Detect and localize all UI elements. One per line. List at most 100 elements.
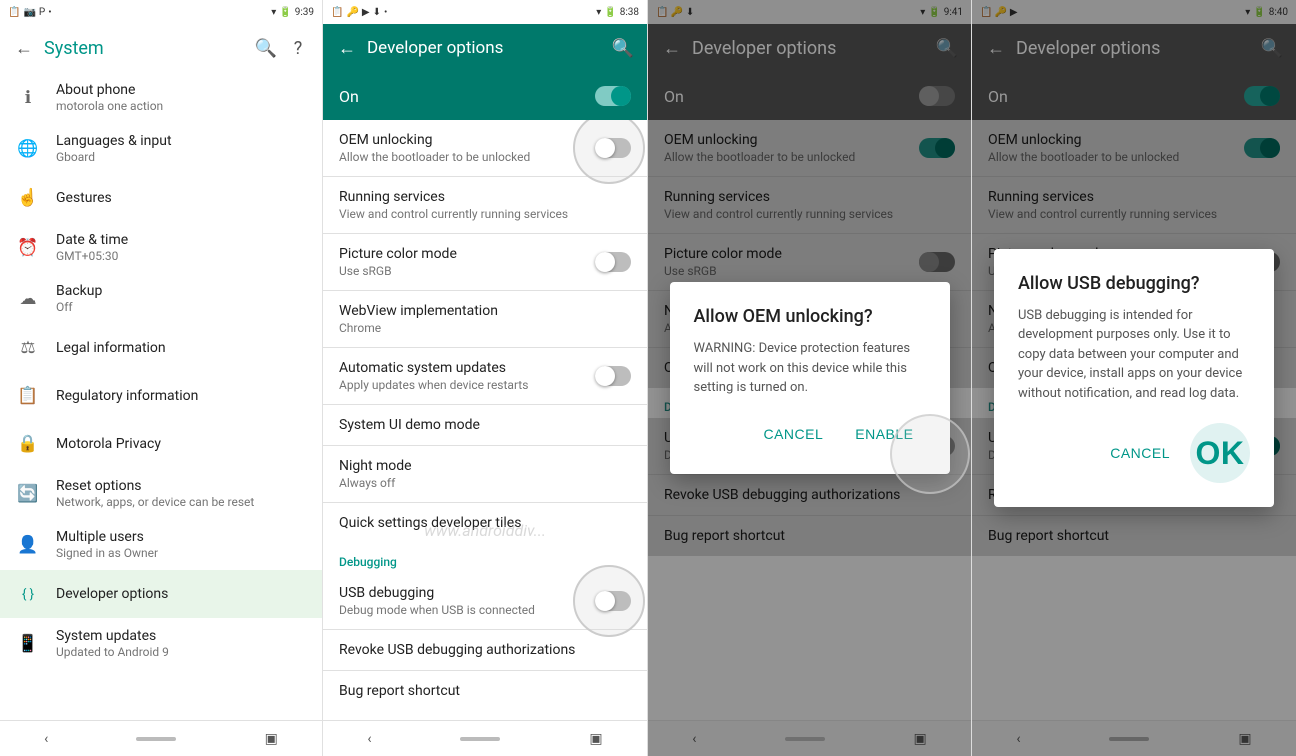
notification-icon: 📋 <box>8 7 20 18</box>
panel-system-settings: 📋 📷 P • ▾ 🔋 9:39 ← System 🔍 ? ℹ About ph… <box>0 0 323 756</box>
oem-sub-2: Allow the bootloader to be unlocked <box>339 150 530 164</box>
oem-toggle-2[interactable] <box>595 138 631 158</box>
revoke-row-2[interactable]: Revoke USB debugging authorizations <box>323 630 647 670</box>
sidebar-item-regulatory[interactable]: 📋 Regulatory information <box>0 372 322 420</box>
usb-toggle-2[interactable] <box>595 591 631 611</box>
oem-title-2: OEM unlocking <box>339 132 530 148</box>
usb-cancel-button[interactable]: Cancel <box>1098 423 1182 483</box>
sidebar-item-developer[interactable]: { } Developer options <box>0 570 322 618</box>
sidebar-item-about[interactable]: ℹ About phone motorola one action <box>0 72 322 123</box>
usb-debugging-row-2[interactable]: USB debugging Debug mode when USB is con… <box>323 573 647 629</box>
dev-title-2: Developer options <box>367 38 603 58</box>
status-bar-2: 📋 🔑 ▶ ⬇ • ▾ 🔋 8:38 <box>323 0 647 24</box>
developer-app-bar: ← Developer options 🔍 <box>323 24 647 72</box>
search-icon-2[interactable]: 🔍 <box>611 36 635 60</box>
back-icon-2[interactable]: ← <box>335 36 359 60</box>
datetime-label: Date & time <box>56 232 128 248</box>
auto-toggle-2[interactable] <box>595 366 631 386</box>
usb-title-2: USB debugging <box>339 585 535 601</box>
battery-2: 🔋 <box>604 7 616 18</box>
auto-title-2: Automatic system updates <box>339 360 528 376</box>
dev-settings-list-2: OEM unlocking Allow the bootloader to be… <box>323 120 647 720</box>
updates-icon: 📱 <box>16 632 40 656</box>
p-icon: P <box>39 7 45 18</box>
usb-ok-button[interactable]: OK <box>1190 423 1250 483</box>
sidebar-item-privacy[interactable]: 🔒 Motorola Privacy <box>0 420 322 468</box>
screenshot-icon: 📷 <box>23 7 35 18</box>
system-app-bar: ← System 🔍 ? <box>0 24 322 72</box>
webview-sub-2: Chrome <box>339 321 631 335</box>
oem-enable-button[interactable]: Enable <box>843 418 925 450</box>
nav-back-2[interactable]: ‹ <box>367 731 371 747</box>
status-right-2: ▾ 🔋 8:38 <box>596 7 639 18</box>
help-icon[interactable]: ? <box>286 36 310 60</box>
developer-label: Developer options <box>56 586 168 602</box>
sidebar-item-users[interactable]: 👤 Multiple users Signed in as Owner <box>0 519 322 570</box>
oem-dialog-body: WARNING: Device protection features will… <box>694 339 926 398</box>
webview-row-2[interactable]: WebView implementation Chrome <box>323 291 647 347</box>
auto-updates-row-2[interactable]: Automatic system updates Apply updates w… <box>323 348 647 404</box>
gestures-icon: ☝ <box>16 186 40 210</box>
on-toggle-thumb-2 <box>611 86 631 106</box>
nav-bar-1: ‹ ▣ <box>0 720 322 756</box>
nav-recents-1[interactable]: ▣ <box>265 731 278 747</box>
system-ui-title-2: System UI demo mode <box>339 417 631 433</box>
webview-title-2: WebView implementation <box>339 303 631 319</box>
developer-icon: { } <box>16 582 40 606</box>
oem-row-wrapper: OEM unlocking Allow the bootloader to be… <box>323 120 647 176</box>
system-ui-row-2[interactable]: System UI demo mode <box>323 405 647 445</box>
backup-label: Backup <box>56 283 102 299</box>
running-services-row-2[interactable]: Running services View and control curren… <box>323 177 647 233</box>
users-label: Multiple users <box>56 529 158 545</box>
download-icon: ⬇ <box>373 7 381 18</box>
usb-toggle-thumb-2 <box>595 591 615 611</box>
auto-sub-2: Apply updates when device restarts <box>339 378 528 392</box>
status-icons-right: ▾ 🔋 9:39 <box>271 7 314 18</box>
on-row-2[interactable]: On <box>323 72 647 120</box>
picture-toggle-2[interactable] <box>595 252 631 272</box>
oem-toggle-thumb-2 <box>595 138 615 158</box>
quick-settings-row-2[interactable]: Quick settings developer tiles <box>323 503 647 543</box>
on-toggle-2[interactable] <box>595 86 631 106</box>
usb-dialog-body: USB debugging is intended for developmen… <box>1018 306 1250 404</box>
sidebar-item-gestures[interactable]: ☝ Gestures <box>0 174 322 222</box>
regulatory-icon: 📋 <box>16 384 40 408</box>
nav-home-2[interactable] <box>460 737 500 741</box>
about-icon: ℹ <box>16 86 40 110</box>
usb-dialog: Allow USB debugging? USB debugging is in… <box>994 249 1274 508</box>
languages-label: Languages & input <box>56 133 172 149</box>
system-title: System <box>44 38 246 59</box>
running-sub-2: View and control currently running servi… <box>339 207 631 221</box>
legal-label: Legal information <box>56 340 166 356</box>
key-icon: 🔑 <box>346 7 358 18</box>
system-list: ℹ About phone motorola one action 🌐 Lang… <box>0 72 322 720</box>
panel-usb-dialog: 📋 🔑 ▶ ▾ 🔋 8:40 ← Developer options 🔍 On … <box>972 0 1296 756</box>
nav-home-1[interactable] <box>136 737 176 741</box>
reset-icon: 🔄 <box>16 482 40 506</box>
nav-recents-2[interactable]: ▣ <box>589 731 602 747</box>
sidebar-item-reset[interactable]: 🔄 Reset options Network, apps, or device… <box>0 468 322 519</box>
gestures-label: Gestures <box>56 190 112 206</box>
sidebar-item-legal[interactable]: ⚖ Legal information <box>0 324 322 372</box>
about-sub: motorola one action <box>56 99 163 113</box>
oem-unlocking-row-2[interactable]: OEM unlocking Allow the bootloader to be… <box>323 120 647 176</box>
status-bar-1: 📋 📷 P • ▾ 🔋 9:39 <box>0 0 322 24</box>
back-icon-1[interactable]: ← <box>12 36 36 60</box>
sidebar-item-backup[interactable]: ☁ Backup Off <box>0 273 322 324</box>
sidebar-item-datetime[interactable]: ⏰ Date & time GMT+05:30 <box>0 222 322 273</box>
picture-color-row-2[interactable]: Picture color mode Use sRGB <box>323 234 647 290</box>
users-sub: Signed in as Owner <box>56 546 158 560</box>
nav-back-1[interactable]: ‹ <box>44 731 48 747</box>
quick-title-2: Quick settings developer tiles <box>339 515 631 531</box>
bug-report-row-2[interactable]: Bug report shortcut <box>323 671 647 711</box>
usb-row-wrapper: USB debugging Debug mode when USB is con… <box>323 573 647 629</box>
languages-icon: 🌐 <box>16 137 40 161</box>
usb-dialog-title: Allow USB debugging? <box>1018 273 1250 294</box>
dot-2: • <box>384 7 387 18</box>
sidebar-item-updates[interactable]: 📱 System updates Updated to Android 9 <box>0 618 322 669</box>
search-icon-1[interactable]: 🔍 <box>254 36 278 60</box>
oem-cancel-button[interactable]: Cancel <box>751 418 835 450</box>
sidebar-item-languages[interactable]: 🌐 Languages & input Gboard <box>0 123 322 174</box>
night-mode-row-2[interactable]: Night mode Always off <box>323 446 647 502</box>
bug-title-2: Bug report shortcut <box>339 683 631 699</box>
